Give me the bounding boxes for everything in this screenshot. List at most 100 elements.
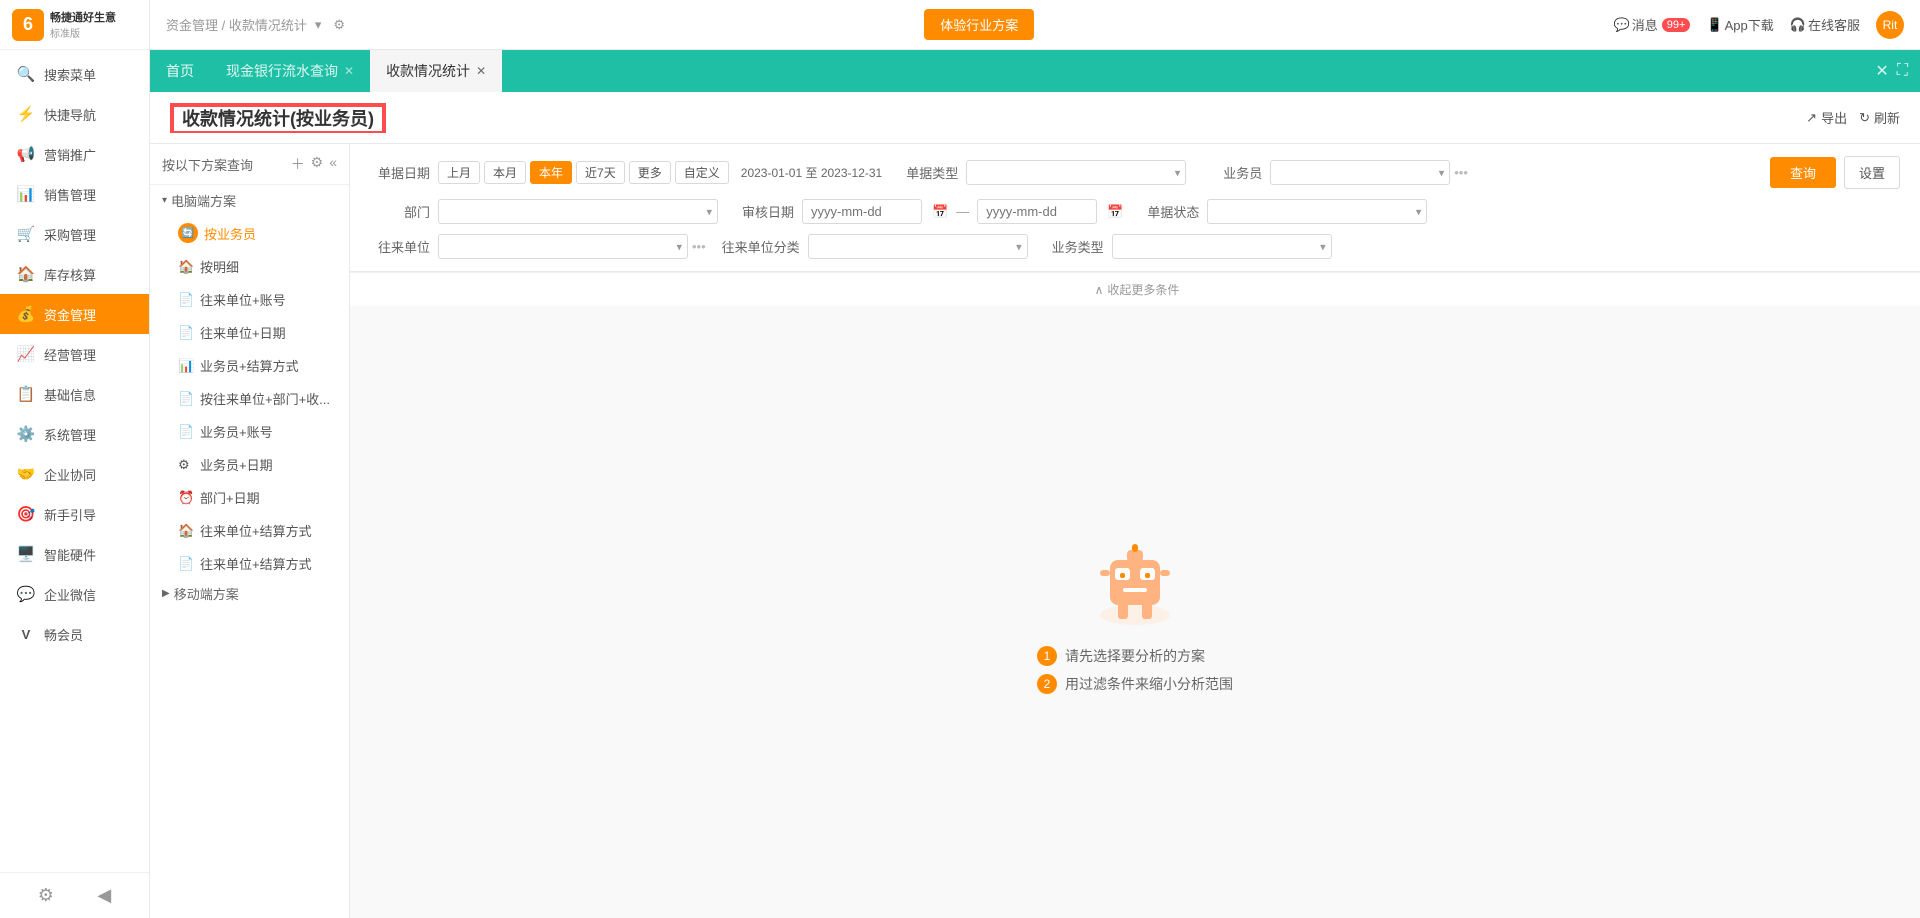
sidebar-item-quicknav[interactable]: ⚡ 快捷导航	[0, 94, 149, 134]
scheme-item-dept-date[interactable]: ⏰ 部门+日期	[150, 481, 349, 514]
salesman-more-icon[interactable]: •••	[1454, 165, 1468, 180]
sidebar-item-label: 资金管理	[44, 305, 96, 324]
sidebar-item-purchase[interactable]: 🛒 采购管理	[0, 214, 149, 254]
filter-dept-wrap	[438, 199, 718, 224]
sidebar-item-inventory[interactable]: 🏠 库存核算	[0, 254, 149, 294]
filter-audit-date-from[interactable]	[802, 199, 922, 224]
sidebar-item-basic[interactable]: 📋 基础信息	[0, 374, 149, 414]
refresh-button[interactable]: ↻ 刷新	[1859, 108, 1900, 127]
tab-receipt-stat-close[interactable]: ✕	[476, 64, 486, 78]
filter-dept-label: 部门	[370, 202, 430, 221]
partner-more-btn[interactable]: •••	[692, 239, 706, 254]
filter-partner-cat-select[interactable]	[808, 234, 1028, 259]
scheme-collapse-btn[interactable]: «	[329, 154, 337, 174]
scheme-item-label: 往来单位+日期	[200, 323, 286, 342]
notification-badge: 99+	[1662, 18, 1691, 32]
online-service[interactable]: 🎧 在线客服	[1790, 15, 1860, 34]
filter-audit-date-to[interactable]	[977, 199, 1097, 224]
main-area: 资金管理 / 收款情况统计 ▾ ⚙ 体验行业方案 💬 消息 99+ 📱 App下…	[150, 0, 1920, 918]
tab-maximize[interactable]: ⛶	[1897, 62, 1908, 80]
tab-close-window[interactable]: ✕	[1875, 61, 1888, 81]
top-header: 资金管理 / 收款情况统计 ▾ ⚙ 体验行业方案 💬 消息 99+ 📱 App下…	[150, 0, 1920, 50]
filter-partner-cat-col: 往来单位分类	[722, 234, 1028, 259]
scheme-item-by-salesman[interactable]: 🔄 按业务员	[150, 216, 349, 250]
filter-doctype-wrap	[966, 160, 1186, 185]
tab-bank-flow[interactable]: 现金银行流水查询 ✕	[210, 50, 370, 92]
results-area: 1 请先选择要分析的方案 2 用过滤条件来缩小分析范围	[350, 306, 1920, 918]
filter-doctype-select[interactable]	[966, 160, 1186, 185]
collapse-bar[interactable]: ∧ 收起更多条件	[350, 272, 1920, 306]
sidebar-item-marketing[interactable]: 📢 营销推广	[0, 134, 149, 174]
filter-partner-col: 往来单位 •••	[370, 234, 706, 259]
system-icon: ⚙️	[16, 424, 36, 444]
tab-bank-flow-close[interactable]: ✕	[344, 64, 354, 78]
sidebar-item-search[interactable]: 🔍 搜索菜单	[0, 54, 149, 94]
filter-partner-cat-label: 往来单位分类	[722, 237, 800, 256]
sidebar-item-member[interactable]: V 畅会员	[0, 614, 149, 654]
export-button[interactable]: ↗ 导出	[1806, 108, 1847, 127]
scheme-settings-btn[interactable]: ⚙	[311, 154, 324, 174]
sidebar-item-operation[interactable]: 📈 经营管理	[0, 334, 149, 374]
query-button[interactable]: 查询	[1770, 157, 1836, 188]
scheme-item-label: 按明细	[200, 257, 239, 276]
sidebar-item-wechat[interactable]: 💬 企业微信	[0, 574, 149, 614]
filter-salesman-select[interactable]	[1270, 160, 1450, 185]
tab-home[interactable]: 首页	[150, 50, 210, 92]
date-this-month[interactable]: 本月	[484, 161, 526, 184]
settings-icon[interactable]: ⚙	[333, 17, 345, 33]
sidebar-item-system[interactable]: ⚙️ 系统管理	[0, 414, 149, 454]
filter-biz-type-select[interactable]	[1112, 234, 1332, 259]
scheme-item-partner-dept[interactable]: 📄 按往来单位+部门+收...	[150, 382, 349, 415]
sidebar-item-hardware[interactable]: 🖥️ 智能硬件	[0, 534, 149, 574]
scheme-icon-sa: 📄	[178, 424, 194, 440]
scheme-list: ▾ 电脑端方案 🔄 按业务员 🏠 按明细 📄 往来单位+账号	[150, 185, 349, 918]
sidebar-item-finance[interactable]: 💰 资金管理	[0, 294, 149, 334]
tip-num-2: 2	[1037, 674, 1057, 694]
user-name[interactable]: Rit	[1876, 11, 1904, 39]
notification-area[interactable]: 💬 消息 99+	[1614, 15, 1691, 34]
date-custom[interactable]: 自定义	[675, 161, 729, 184]
sidebar-item-label: 搜索菜单	[44, 65, 96, 84]
audit-date-to-icon[interactable]: 📅	[1107, 204, 1123, 220]
audit-date-from-icon[interactable]: 📅	[932, 204, 948, 220]
scheme-icon-pm1: 🏠	[178, 523, 194, 539]
sidebar-item-label: 新手引导	[44, 505, 96, 524]
empty-state: 1 请先选择要分析的方案 2 用过滤条件来缩小分析范围	[1037, 530, 1233, 694]
date-last-7[interactable]: 近7天	[576, 161, 625, 184]
date-more[interactable]: 更多	[629, 161, 671, 184]
settings-bottom-icon[interactable]: ⚙	[38, 885, 54, 906]
collapse-sidebar-icon[interactable]: ◀	[97, 885, 111, 906]
filter-dept-select[interactable]	[438, 199, 718, 224]
scheme-item-label: 往来单位+结算方式	[200, 521, 312, 540]
filter-docstatus-select[interactable]	[1207, 199, 1427, 224]
notification-icon: 💬	[1614, 17, 1630, 33]
date-shortcuts: 上月 本月 本年 近7天 更多 自定义	[438, 161, 729, 184]
scheme-item-label: 往来单位+账号	[200, 290, 286, 309]
date-last-month[interactable]: 上月	[438, 161, 480, 184]
scheme-group-mobile[interactable]: ▶ 移动端方案	[150, 580, 349, 609]
scheme-item-salesman-date[interactable]: ⚙ 业务员+日期	[150, 448, 349, 481]
trial-button[interactable]: 体验行业方案	[924, 9, 1034, 40]
logo-text: 畅捷通好生意 标准版	[50, 9, 116, 40]
date-this-year[interactable]: 本年	[530, 161, 572, 184]
scheme-item-partner-date[interactable]: 📄 往来单位+日期	[150, 316, 349, 349]
scheme-add-btn[interactable]: ＋	[291, 154, 305, 174]
sidebar-item-guide[interactable]: 🎯 新手引导	[0, 494, 149, 534]
scheme-group-desktop[interactable]: ▾ 电脑端方案	[150, 185, 349, 216]
scheme-item-salesman-account[interactable]: 📄 业务员+账号	[150, 415, 349, 448]
filter-partner-select[interactable]	[438, 234, 688, 259]
sidebar-item-enterprise[interactable]: 🤝 企业协同	[0, 454, 149, 494]
tab-receipt-stat[interactable]: 收款情况统计 ✕	[370, 50, 502, 92]
filter-settings-button[interactable]: 设置	[1844, 156, 1900, 189]
sidebar-item-sales[interactable]: 📊 销售管理	[0, 174, 149, 214]
scheme-item-salesman-method[interactable]: 📊 业务员+结算方式	[150, 349, 349, 382]
app-download[interactable]: 📱 App下载	[1706, 15, 1773, 34]
scheme-item-partner-method1[interactable]: 🏠 往来单位+结算方式	[150, 514, 349, 547]
breadcrumb-dropdown-icon[interactable]: ▾	[315, 17, 322, 33]
tab-bar: 首页 现金银行流水查询 ✕ 收款情况统计 ✕ ✕ ⛶	[150, 50, 1920, 92]
scheme-item-partner-method2[interactable]: 📄 往来单位+结算方式	[150, 547, 349, 580]
filter-salesman-col: 业务员 •••	[1202, 160, 1468, 185]
scheme-item-by-detail[interactable]: 🏠 按明细	[150, 250, 349, 283]
scheme-item-partner-account[interactable]: 📄 往来单位+账号	[150, 283, 349, 316]
scheme-header-actions: ＋ ⚙ «	[291, 154, 337, 174]
